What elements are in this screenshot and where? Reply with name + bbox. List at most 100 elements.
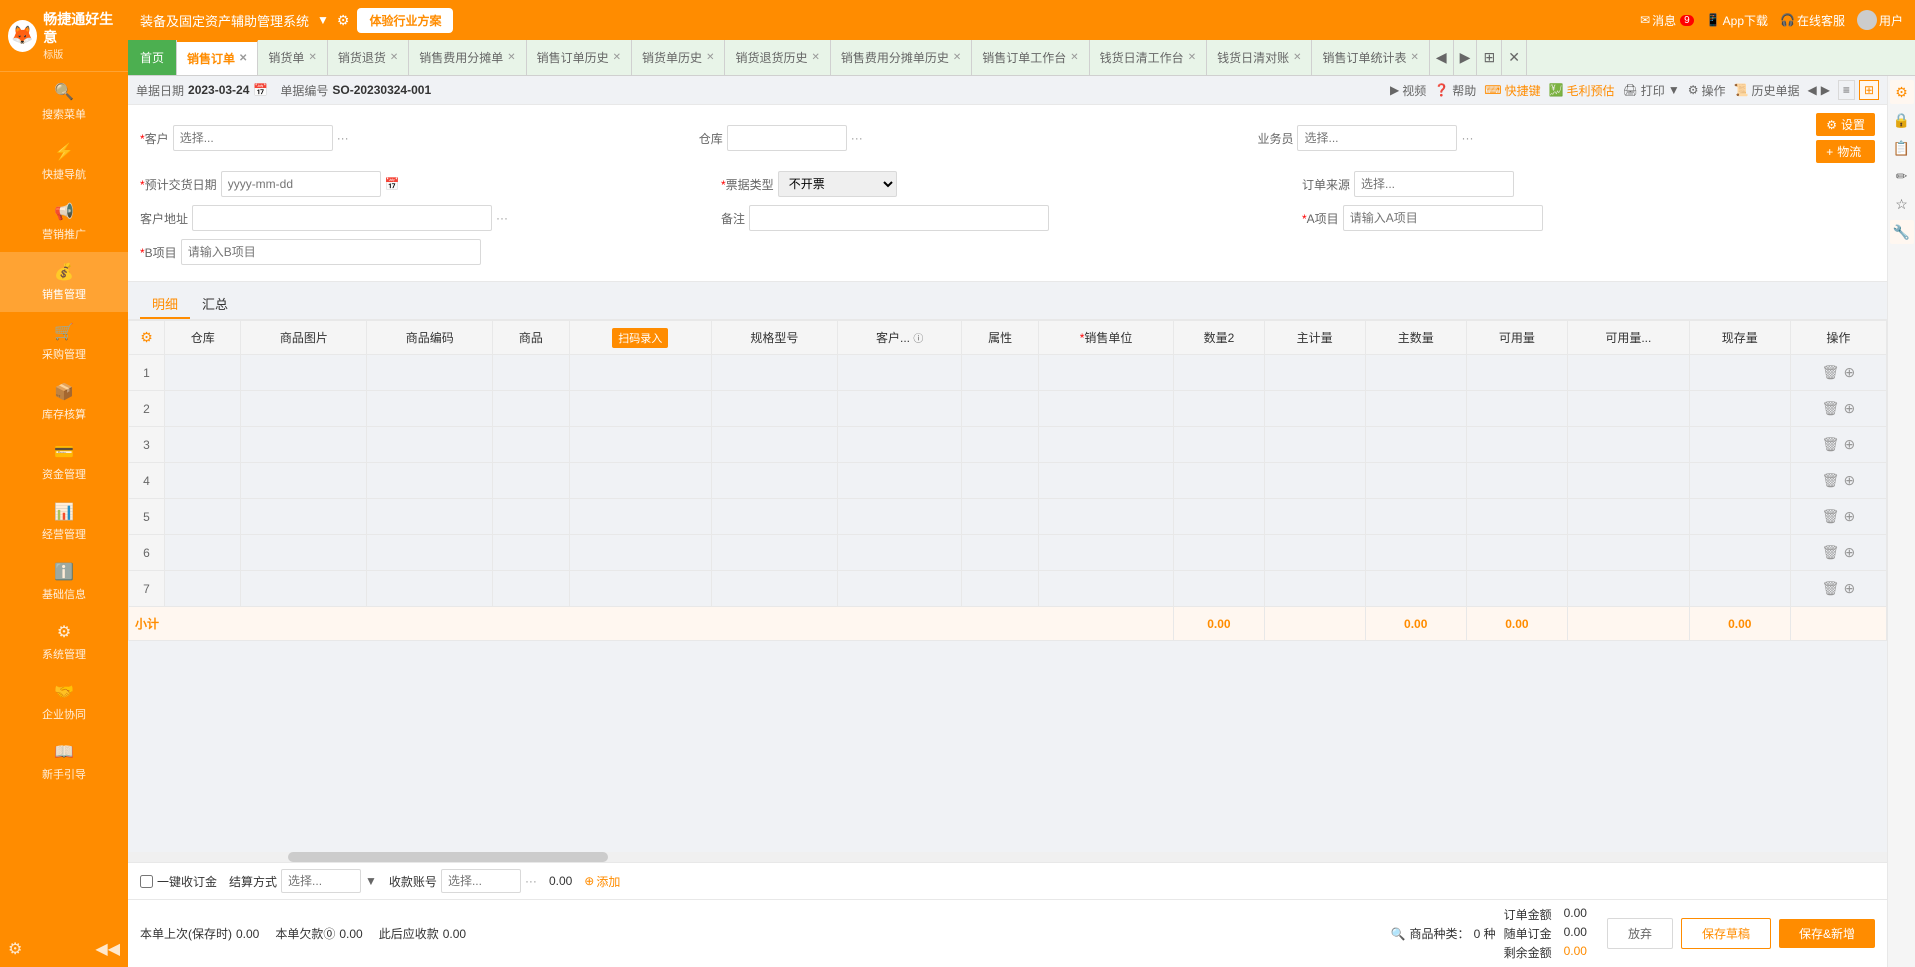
sidebar-item-inventory[interactable]: 📦 库存核算 (0, 372, 128, 432)
tab-close-sales-order[interactable]: ✕ (239, 53, 247, 64)
payment-input[interactable] (281, 869, 361, 893)
salesperson-input[interactable] (1297, 125, 1457, 151)
tab-cash-workbench[interactable]: 钱货日清工作台 ✕ (1090, 40, 1207, 76)
copy-row-btn[interactable]: ⊕ (1843, 580, 1855, 597)
collapse-icon[interactable]: ◀◀ (95, 939, 120, 959)
sidebar-item-sales[interactable]: 💰 销售管理 (0, 252, 128, 312)
copy-row-btn[interactable]: ⊕ (1843, 436, 1855, 453)
message-btn[interactable]: ✉ 消息 9 (1640, 12, 1694, 29)
horizontal-scrollbar[interactable] (128, 852, 1887, 862)
delete-row-btn[interactable]: 🗑 (1822, 472, 1840, 489)
sidebar-item-search[interactable]: 🔍 搜索菜单 (0, 72, 128, 132)
order-source-input[interactable] (1354, 171, 1514, 197)
tab-expand-btn[interactable]: ⊞ (1477, 40, 1502, 76)
tab-close-fee-history[interactable]: ✕ (953, 52, 961, 63)
sidebar-item-enterprise[interactable]: 🤝 企业协同 (0, 672, 128, 732)
customer-more-btn[interactable]: ··· (337, 131, 349, 145)
copy-row-btn[interactable]: ⊕ (1843, 364, 1855, 381)
tab-cash-reconcile[interactable]: 钱货日清对账 ✕ (1207, 40, 1312, 76)
remark-input[interactable] (749, 205, 1049, 231)
profit-btn[interactable]: 💹 毛利预估 (1549, 82, 1615, 99)
sidebar-item-marketing[interactable]: 📢 营销推广 (0, 192, 128, 252)
help-btn[interactable]: ❓ 帮助 (1434, 82, 1476, 99)
delete-row-btn[interactable]: 🗑 (1822, 364, 1840, 381)
settings-icon[interactable]: ⚙ (8, 939, 22, 959)
sidebar-item-purchase[interactable]: 🛒 采购管理 (0, 312, 128, 372)
sidebar-item-finance[interactable]: 💳 资金管理 (0, 432, 128, 492)
next-record-btn[interactable]: ▶ (1821, 83, 1830, 97)
tab-stats[interactable]: 销售订单统计表 ✕ (1312, 40, 1429, 76)
calendar2-icon[interactable]: 📅 (385, 177, 400, 191)
tab-close-sales-return[interactable]: ✕ (390, 52, 398, 63)
addr-input[interactable] (192, 205, 492, 231)
tab-sales-return[interactable]: 销货退货 ✕ (328, 40, 409, 76)
copy-row-btn[interactable]: ⊕ (1843, 508, 1855, 525)
sidebar-item-system[interactable]: ⚙ 系统管理 (0, 612, 128, 672)
copy-row-btn[interactable]: ⊕ (1843, 544, 1855, 561)
right-panel-star-btn[interactable]: ☆ (1890, 192, 1914, 216)
delete-row-btn[interactable]: 🗑 (1822, 508, 1840, 525)
right-panel-clipboard-btn[interactable]: 📋 (1890, 136, 1914, 160)
addr-more-btn[interactable]: ··· (496, 211, 508, 225)
sidebar-item-operation[interactable]: 📊 经营管理 (0, 492, 128, 552)
payment-dropdown-icon[interactable]: ▼ (365, 874, 377, 888)
settings-btn[interactable]: ⚙ 设置 (1816, 113, 1875, 136)
grid-scroll-wrap[interactable]: ⚙ 仓库 商品图片 商品编码 商品 扫码录入 规格型号 客户... ⓘ (128, 320, 1887, 852)
online-service-btn[interactable]: 🎧 在线客服 (1780, 12, 1845, 29)
scrollbar-thumb[interactable] (288, 852, 608, 862)
tab-home[interactable]: 首页 (128, 40, 177, 76)
shortcut-btn[interactable]: ⌨ 快捷键 (1484, 82, 1540, 99)
detail-tab-detail[interactable]: 明细 (140, 290, 190, 319)
industry-btn[interactable]: 体验行业方案 (357, 8, 453, 33)
operate-btn[interactable]: ⚙ 操作 (1688, 82, 1726, 99)
b-project-input[interactable] (181, 239, 481, 265)
list-view-btn[interactable]: ≡ (1838, 80, 1855, 100)
tab-goods-history[interactable]: 销货单历史 ✕ (632, 40, 725, 76)
tab-fee-history[interactable]: 销售费用分摊单历史 ✕ (831, 40, 972, 76)
add-payment-btn[interactable]: ⊕ 添加 (584, 873, 620, 890)
right-panel-lock-btn[interactable]: 🔒 (1890, 108, 1914, 132)
delete-row-btn[interactable]: 🗑 (1822, 436, 1840, 453)
delete-row-btn[interactable]: 🗑 (1822, 544, 1840, 561)
tab-sales-goods[interactable]: 销货单 ✕ (258, 40, 327, 76)
save-draft-button[interactable]: 保存草稿 (1681, 918, 1771, 949)
warehouse-more-btn[interactable]: ··· (851, 131, 863, 145)
copy-row-btn[interactable]: ⊕ (1843, 472, 1855, 489)
one-key-checkbox[interactable] (140, 875, 153, 888)
gear-icon[interactable]: ⚙ (140, 329, 153, 345)
detail-tab-summary[interactable]: 汇总 (190, 290, 240, 319)
tab-close-fee-split[interactable]: ✕ (507, 52, 515, 63)
settings-gear-icon[interactable]: ⚙ (337, 12, 350, 29)
warehouse-input[interactable]: 成品库 (727, 125, 847, 151)
copy-row-btn[interactable]: ⊕ (1843, 400, 1855, 417)
a-project-input[interactable] (1343, 205, 1543, 231)
right-panel-edit-btn[interactable]: ✏ (1890, 164, 1914, 188)
tab-order-history[interactable]: 销售订单历史 ✕ (527, 40, 632, 76)
salesperson-more-btn[interactable]: ··· (1461, 131, 1473, 145)
invoice-select[interactable]: 不开票 增值税普通发票 增值税专用发票 (778, 171, 897, 197)
tab-close-workbench[interactable]: ✕ (1070, 52, 1078, 63)
calendar-icon[interactable]: 📅 (253, 83, 268, 97)
sidebar-item-shortcut[interactable]: ⚡ 快捷导航 (0, 132, 128, 192)
tab-close-stats[interactable]: ✕ (1411, 52, 1419, 63)
col-scan[interactable]: 扫码录入 (569, 321, 711, 355)
prev-record-btn[interactable]: ◀ (1807, 83, 1816, 97)
tab-return-history[interactable]: 销货退货历史 ✕ (725, 40, 830, 76)
tab-sales-order[interactable]: 销售订单 ✕ (177, 40, 258, 76)
print-btn[interactable]: 🖨 打印 ▼ (1623, 82, 1680, 99)
history-btn[interactable]: 📜 历史单据 (1733, 82, 1799, 99)
tab-close-all-btn[interactable]: ✕ (1502, 40, 1527, 76)
system-dropdown-icon[interactable]: ▼ (317, 13, 329, 27)
delivery-input[interactable] (221, 171, 381, 197)
card-view-btn[interactable]: ⊞ (1859, 80, 1879, 100)
right-panel-tool-btn[interactable]: 🔧 (1890, 220, 1914, 244)
account-more-btn[interactable]: ··· (525, 874, 537, 888)
tab-next-btn[interactable]: ▶ (1454, 40, 1478, 76)
col-gear[interactable]: ⚙ (129, 321, 165, 355)
tab-workbench[interactable]: 销售订单工作台 ✕ (972, 40, 1089, 76)
tab-close-return-history[interactable]: ✕ (811, 52, 819, 63)
tab-prev-btn[interactable]: ◀ (1430, 40, 1454, 76)
account-input[interactable] (441, 869, 521, 893)
add-material-btn[interactable]: + 物流 (1816, 140, 1875, 163)
sidebar-item-newbie[interactable]: 📖 新手引导 (0, 732, 128, 792)
